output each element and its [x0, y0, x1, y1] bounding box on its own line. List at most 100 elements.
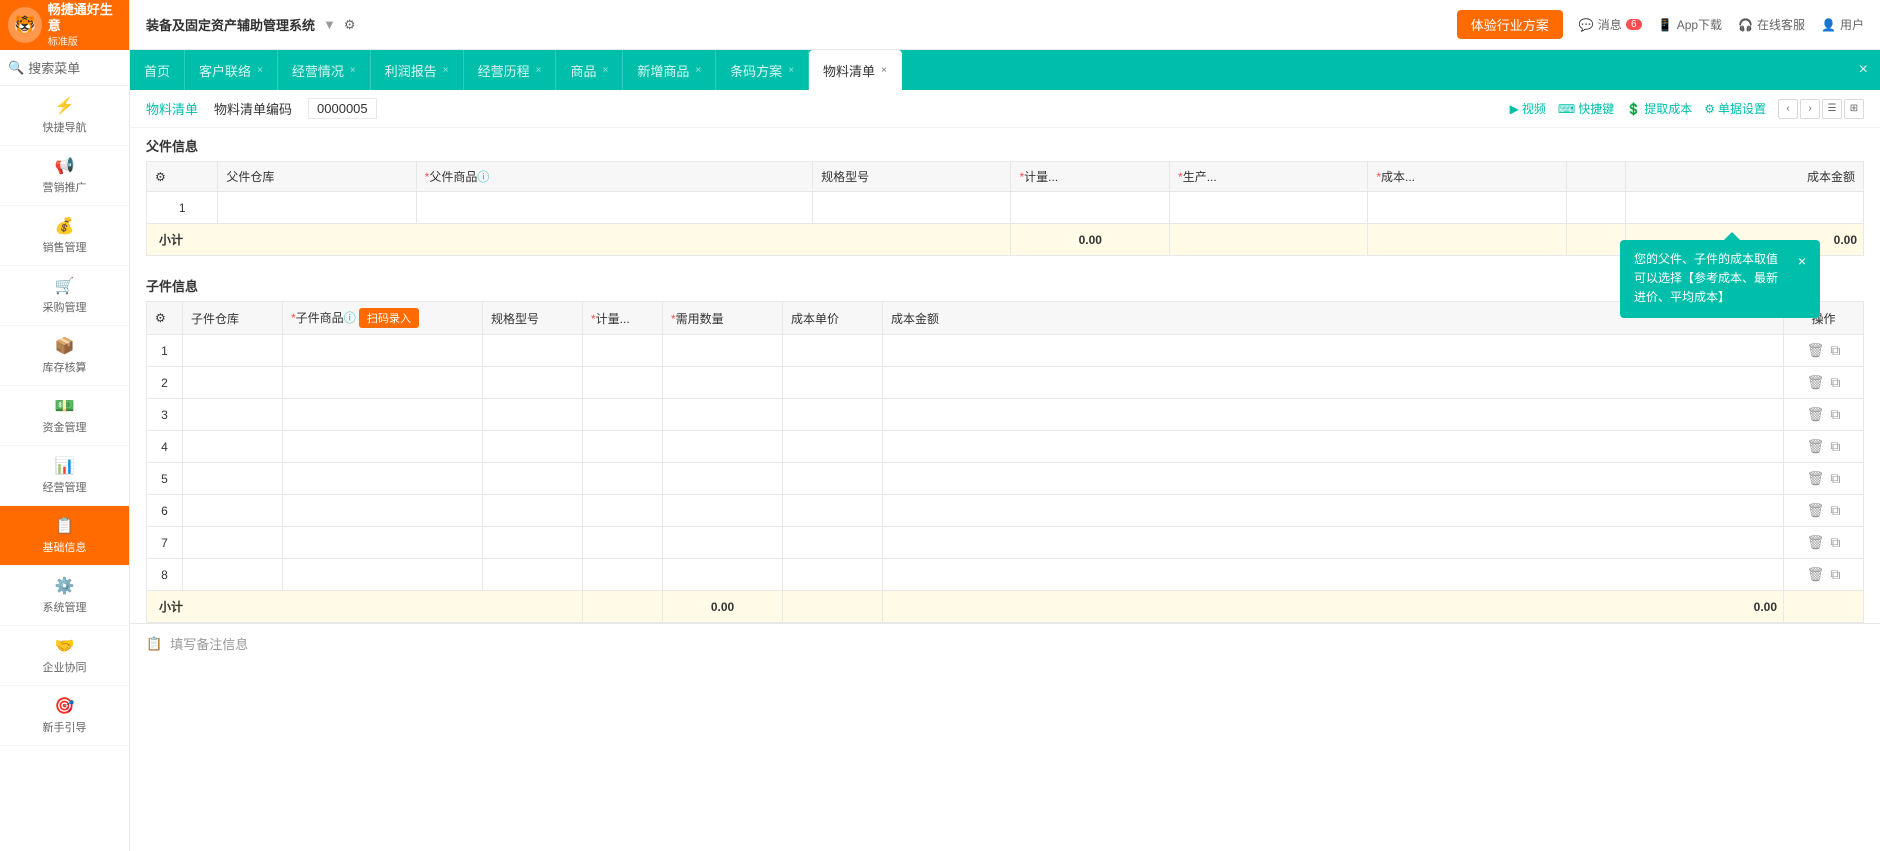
breadcrumb-parent[interactable]: 物料清单 [146, 99, 198, 118]
tab-operations-history[interactable]: 经营历程 × [464, 50, 557, 90]
sidebar-search[interactable]: 🔍 搜索菜单 [0, 50, 129, 86]
message-button[interactable]: 💬 消息 6 [1579, 16, 1642, 33]
parent-cell-cost-1[interactable] [1368, 192, 1566, 224]
copy-icon-5[interactable]: ⧉ [1830, 470, 1840, 487]
parent-subtotal-label: 小计 [147, 224, 1011, 256]
tab-operations-status[interactable]: 经营情况 × [278, 50, 371, 90]
child-col-warehouse: 子件仓库 [183, 302, 283, 335]
tab-bom[interactable]: 物料清单 × [809, 50, 902, 90]
sidebar-item-quick-nav[interactable]: ⚡ 快捷导航 [0, 86, 129, 146]
delete-icon-7[interactable]: 🗑 [1807, 534, 1825, 551]
online-service-button[interactable]: 🎧 在线客服 [1738, 16, 1805, 33]
bottom-text[interactable]: 填写备注信息 [170, 634, 248, 653]
bottom-icon: 📋 [146, 636, 162, 652]
sidebar-item-finance[interactable]: 💵 资金管理 [0, 386, 129, 446]
sidebar-item-purchase[interactable]: 🛒 采购管理 [0, 266, 129, 326]
expand-arrow[interactable]: ⊞ [1844, 99, 1864, 119]
child-unit-1[interactable] [583, 335, 663, 367]
dropdown-icon[interactable]: ▼ [323, 17, 336, 32]
next-arrow[interactable]: › [1800, 99, 1820, 119]
parent-subtotal-unit-val: 0.00 [1011, 224, 1170, 256]
tab-bom-close[interactable]: × [881, 65, 887, 76]
view-video-button[interactable]: ▶ 视频 [1510, 100, 1546, 117]
cost-icon: 💲 [1626, 102, 1641, 116]
quick-nav-icon: ⚡ [55, 96, 75, 116]
copy-icon-7[interactable]: ⧉ [1830, 534, 1840, 551]
parent-row-1: 1 [147, 192, 1864, 224]
copy-icon-4[interactable]: ⧉ [1830, 438, 1840, 455]
tab-products[interactable]: 商品 × [556, 50, 623, 90]
child-product-1[interactable] [283, 335, 483, 367]
tab-new-products-close[interactable]: × [695, 65, 701, 76]
sidebar-item-guide[interactable]: 🎯 新手引导 [0, 686, 129, 746]
prev-arrow[interactable]: ‹ [1778, 99, 1798, 119]
sidebar-item-sales[interactable]: 💰 销售管理 [0, 206, 129, 266]
child-subtotal-row: 小计 0.00 0.00 [147, 591, 1864, 623]
child-qty-1[interactable] [663, 335, 783, 367]
page-actions: ▶ 视频 ⌨ 快捷键 💲 提取成本 ⚙ 单据设置 ‹ › [1510, 99, 1864, 119]
child-warehouse-1[interactable] [183, 335, 283, 367]
child-col-settings[interactable]: ⚙ [147, 302, 183, 335]
try-button[interactable]: 体验行业方案 [1457, 10, 1563, 39]
delete-icon-8[interactable]: 🗑 [1807, 566, 1825, 583]
app-download-button[interactable]: 📱 App下载 [1658, 16, 1722, 33]
tooltip-close-button[interactable]: × [1798, 250, 1806, 272]
sales-icon: 💰 [55, 216, 75, 236]
delete-icon-6[interactable]: 🗑 [1807, 502, 1825, 519]
shortcut-icon: ⌨ [1558, 102, 1575, 116]
sidebar-item-operations[interactable]: 📊 经营管理 [0, 446, 129, 506]
parent-cell-spec-1[interactable] [813, 192, 1011, 224]
delete-icon-4[interactable]: 🗑 [1807, 438, 1825, 455]
settings-button[interactable]: ⚙ 单据设置 [1704, 100, 1766, 117]
delete-icon-1[interactable]: 🗑 [1807, 342, 1825, 359]
parent-table: ⚙ 父件仓库 *父件商品ⓘ 规格型号 *计量... *生产... *成本... … [146, 161, 1864, 256]
delete-icon-5[interactable]: 🗑 [1807, 470, 1825, 487]
parent-cell-production-1[interactable] [1170, 192, 1368, 224]
copy-icon-8[interactable]: ⧉ [1830, 566, 1840, 583]
child-unit-cost-1[interactable] [783, 335, 883, 367]
sidebar-item-system[interactable]: ⚙️ 系统管理 [0, 566, 129, 626]
tab-ops-close[interactable]: × [350, 65, 356, 76]
copy-icon-2[interactable]: ⧉ [1830, 374, 1840, 391]
tab-profit-close[interactable]: × [443, 65, 449, 76]
sidebar-item-marketing[interactable]: 📢 营销推广 [0, 146, 129, 206]
tab-products-close[interactable]: × [602, 65, 608, 76]
sidebar-item-basic-info[interactable]: 📋 基础信息 [0, 506, 129, 566]
delete-icon-3[interactable]: 🗑 [1807, 406, 1825, 423]
parent-col-settings[interactable]: ⚙ [147, 162, 218, 192]
child-spec-1[interactable] [483, 335, 583, 367]
shortcut-button[interactable]: ⌨ 快捷键 [1558, 100, 1614, 117]
tab-barcode[interactable]: 条码方案 × [716, 50, 809, 90]
basic-info-icon: 📋 [55, 516, 75, 536]
user-button[interactable]: 👤 用户 [1821, 16, 1864, 33]
settings-icon[interactable]: ⚙ [344, 17, 356, 33]
parent-cell-unit-1[interactable] [1011, 192, 1170, 224]
close-all-tabs[interactable]: × [1847, 61, 1880, 79]
tab-new-products[interactable]: 新增商品 × [623, 50, 716, 90]
tab-history-close[interactable]: × [536, 65, 542, 76]
tab-customer-close[interactable]: × [257, 65, 263, 76]
sidebar-item-enterprise[interactable]: 🤝 企业协同 [0, 626, 129, 686]
menu-arrow[interactable]: ☰ [1822, 99, 1842, 119]
copy-icon-1[interactable]: ⧉ [1830, 342, 1840, 359]
tab-profit-report[interactable]: 利润报告 × [371, 50, 464, 90]
child-col-unit: *计量... [583, 302, 663, 335]
scan-button[interactable]: 扫码录入 [359, 308, 419, 328]
settings-doc-icon: ⚙ [1704, 102, 1715, 116]
parent-cell-warehouse-1[interactable] [218, 192, 416, 224]
copy-icon-3[interactable]: ⧉ [1830, 406, 1840, 423]
cost-button[interactable]: 💲 提取成本 [1626, 100, 1692, 117]
sidebar-item-inventory[interactable]: 📦 库存核算 [0, 326, 129, 386]
breadcrumb-code: 0000005 [308, 98, 377, 119]
tab-home[interactable]: 首页 [130, 50, 185, 90]
tab-barcode-close[interactable]: × [788, 65, 794, 76]
parent-cell-product-1[interactable] [416, 192, 813, 224]
tab-customer[interactable]: 客户联络 × [185, 50, 278, 90]
search-icon: 🔍 [8, 60, 24, 76]
tooltip-popup: × 您的父件、子件的成本取值可以选择【参考成本、最新进价、平均成本】 [1620, 240, 1820, 318]
parent-col-unit: *计量... [1011, 162, 1170, 192]
copy-icon-6[interactable]: ⧉ [1830, 502, 1840, 519]
bottom-bar: 📋 填写备注信息 [130, 623, 1880, 663]
page-content: 物料清单 物料清单编码 0000005 ▶ 视频 ⌨ 快捷键 💲 提取成本 ⚙ [130, 90, 1880, 851]
delete-icon-2[interactable]: 🗑 [1807, 374, 1825, 391]
